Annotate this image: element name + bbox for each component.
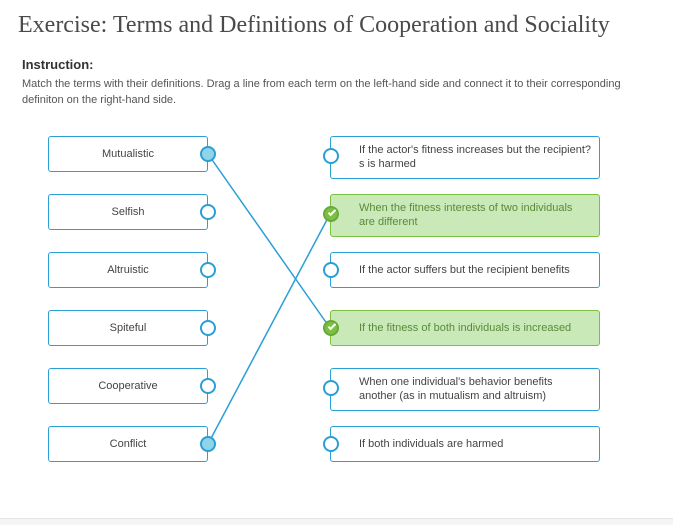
instruction-label: Instruction: [22,57,653,72]
footer-bar [0,518,673,525]
term-box[interactable]: Conflict [48,426,208,462]
definition-box[interactable]: If the actor suffers but the recipient b… [330,252,600,288]
definition-text: If the actor suffers but the recipient b… [359,263,570,277]
definition-box[interactable]: If the fitness of both individuals is in… [330,310,600,346]
page-title: Exercise: Terms and Definitions of Coope… [0,0,673,47]
term-label: Selfish [111,206,144,218]
definition-text: When the fitness interests of two indivi… [359,201,591,230]
definition-text: If the fitness of both individuals is in… [359,321,571,335]
definition-text: If the actor's fitness increases but the… [359,143,591,172]
check-icon[interactable] [323,206,339,222]
check-icon[interactable] [323,320,339,336]
definition-connector[interactable] [323,380,339,396]
term-label: Conflict [110,438,147,450]
term-label: Spiteful [110,322,147,334]
definition-text: When one individual's behavior benefits … [359,375,591,404]
term-box[interactable]: Altruistic [48,252,208,288]
term-box[interactable]: Selfish [48,194,208,230]
definition-box[interactable]: If the actor's fitness increases but the… [330,136,600,179]
term-connector[interactable] [200,320,216,336]
connection-line [208,214,330,444]
term-box[interactable]: Mutualistic [48,136,208,172]
definition-connector[interactable] [323,436,339,452]
term-label: Mutualistic [102,148,154,160]
definition-box[interactable]: When the fitness interests of two indivi… [330,194,600,237]
instruction-text: Match the terms with their definitions. … [22,77,653,108]
term-box[interactable]: Spiteful [48,310,208,346]
term-label: Altruistic [107,264,149,276]
term-connector[interactable] [200,262,216,278]
matching-arena[interactable]: Mutualistic Selfish Altruistic Spiteful Coop… [0,124,673,504]
connection-line [208,154,330,328]
term-connector[interactable] [200,204,216,220]
definition-text: If both individuals are harmed [359,437,503,451]
term-label: Cooperative [98,380,157,392]
term-connector[interactable] [200,146,216,162]
term-connector[interactable] [200,378,216,394]
definition-box[interactable]: When one individual's behavior benefits … [330,368,600,411]
term-box[interactable]: Cooperative [48,368,208,404]
term-connector[interactable] [200,436,216,452]
instruction-block: Instruction: Match the terms with their … [0,47,673,114]
definition-connector[interactable] [323,262,339,278]
definition-box[interactable]: If both individuals are harmed [330,426,600,462]
definition-connector[interactable] [323,148,339,164]
